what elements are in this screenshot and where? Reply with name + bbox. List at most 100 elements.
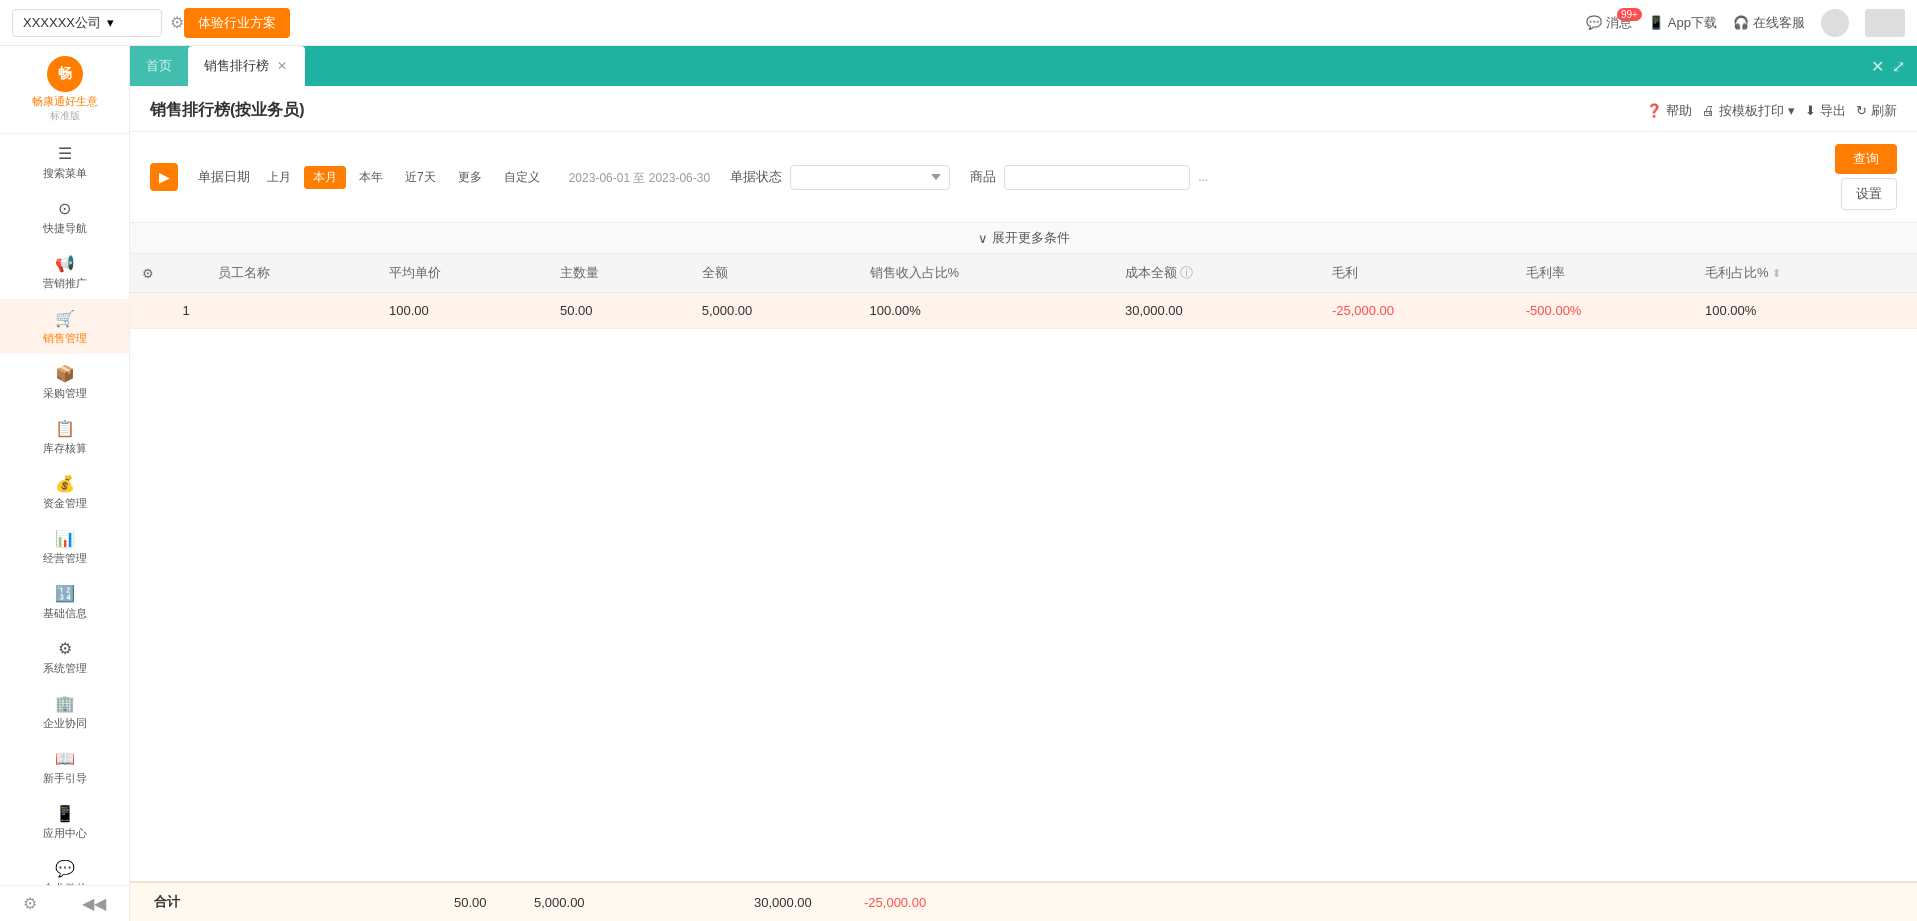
finance-icon: 💰 bbox=[55, 474, 75, 493]
sidebar-item-corp[interactable]: 🏢 企业协同 bbox=[0, 684, 129, 739]
online-service-button[interactable]: 🎧 在线客服 bbox=[1733, 14, 1805, 32]
pill-this-year[interactable]: 本年 bbox=[350, 166, 392, 189]
header-actions: ❓ 帮助 🖨 按模板打印 ▾ ⬇ 导出 ↻ bbox=[1646, 102, 1897, 120]
sidebar-item-marketing[interactable]: 📢 营销推广 bbox=[0, 244, 129, 299]
filter-expand-arrow[interactable]: ▶ bbox=[150, 163, 178, 191]
export-button[interactable]: ⬇ 导出 bbox=[1805, 102, 1846, 120]
sidebar-item-sales[interactable]: 🛒 销售管理 bbox=[0, 299, 129, 354]
sidebar-finance-label: 资金管理 bbox=[43, 496, 87, 511]
basic-icon: 🔢 bbox=[55, 584, 75, 603]
page-content: 销售排行榜(按业务员) ❓ 帮助 🖨 按模板打印 ▾ ⬇ bbox=[130, 86, 1917, 921]
tab-close-all-button[interactable]: ✕ bbox=[1871, 57, 1884, 76]
sidebar-item-inventory[interactable]: 📋 库存核算 bbox=[0, 409, 129, 464]
pill-last-month[interactable]: 上月 bbox=[258, 166, 300, 189]
page-title: 销售排行榜(按业务员) bbox=[150, 100, 305, 121]
total-gross: -25,000.00 bbox=[852, 895, 952, 910]
filter-row: ▶ 单据日期 上月 本月 本年 近7天 更多 自定义 bbox=[150, 144, 1897, 210]
home-tab-label: 首页 bbox=[146, 57, 172, 75]
quick-nav-icon: ⊙ bbox=[58, 199, 71, 218]
sidebar-item-guide[interactable]: 📖 新手引导 bbox=[0, 739, 129, 794]
td-gross: -25,000.00 bbox=[1320, 293, 1514, 329]
topbar-settings-icon[interactable]: ⚙ bbox=[170, 13, 184, 32]
sidebar-item-wechat[interactable]: 💬 企业微信 bbox=[0, 849, 129, 885]
td-amount: 5,000.00 bbox=[690, 293, 858, 329]
goods-input[interactable] bbox=[1004, 165, 1190, 190]
th-gross-pct[interactable]: 毛利占比% ⬍ bbox=[1693, 254, 1917, 293]
sidebar-item-apps[interactable]: 📱 应用中心 bbox=[0, 794, 129, 849]
sidebar-basic-label: 基础信息 bbox=[43, 606, 87, 621]
message-badge: 99+ bbox=[1617, 8, 1642, 21]
avatar[interactable] bbox=[1821, 9, 1849, 37]
chevron-down-expand-icon: ∨ bbox=[978, 231, 988, 246]
pill-7-days[interactable]: 近7天 bbox=[396, 166, 445, 189]
tabs-right-actions: ✕ ⤢ bbox=[1871, 57, 1917, 76]
sidebar-search-label: 搜索菜单 bbox=[43, 166, 87, 181]
print-icon: 🖨 bbox=[1702, 103, 1715, 118]
sidebar-system-label: 系统管理 bbox=[43, 661, 87, 676]
pill-this-month[interactable]: 本月 bbox=[304, 166, 346, 189]
th-amount: 全额 bbox=[690, 254, 858, 293]
sidebar-settings-button[interactable]: ⚙ bbox=[23, 894, 37, 913]
total-amount: 5,000.00 bbox=[522, 895, 622, 910]
goods-filter-item: 商品 ... bbox=[970, 165, 1208, 190]
company-selector[interactable]: XXXXXX公司 ▾ bbox=[12, 9, 162, 37]
refresh-button[interactable]: ↻ 刷新 bbox=[1856, 102, 1897, 120]
sort-icon[interactable]: ⬍ bbox=[1772, 267, 1781, 280]
tab-sales-rank[interactable]: 销售排行榜 ✕ bbox=[188, 46, 305, 86]
tab-home[interactable]: 首页 bbox=[130, 46, 188, 86]
trial-button[interactable]: 体验行业方案 bbox=[184, 8, 290, 38]
date-pills: 上月 本月 本年 近7天 更多 自定义 bbox=[258, 166, 549, 189]
sidebar-sales-label: 销售管理 bbox=[43, 331, 87, 346]
sidebar-item-search[interactable]: ☰ 搜索菜单 bbox=[0, 134, 129, 189]
table-settings-button[interactable]: 设置 bbox=[1841, 178, 1897, 210]
table-header-row: ⚙ 员工名称 平均单价 主数量 全额 销售收入占比% 成本全额 ⓘ bbox=[130, 254, 1917, 293]
sidebar-collapse-button[interactable]: ◀◀ bbox=[82, 894, 106, 913]
tab-close-button[interactable]: ✕ bbox=[275, 59, 289, 73]
sales-rank-tab-label: 销售排行榜 bbox=[204, 57, 269, 75]
goods-filter-label: 商品 bbox=[970, 168, 996, 186]
system-icon: ⚙ bbox=[58, 639, 72, 658]
sidebar-quick-nav-label: 快捷导航 bbox=[43, 221, 87, 236]
table-wrapper: ⚙ 员工名称 平均单价 主数量 全额 销售收入占比% 成本全额 ⓘ bbox=[130, 254, 1917, 881]
search-menu-icon: ☰ bbox=[58, 144, 72, 163]
goods-more-link[interactable]: ... bbox=[1198, 170, 1208, 184]
sidebar-item-purchase[interactable]: 📦 采购管理 bbox=[0, 354, 129, 409]
tab-maximize-button[interactable]: ⤢ bbox=[1892, 57, 1905, 76]
status-filter-label: 单据状态 bbox=[730, 168, 782, 186]
chevron-down-icon: ▾ bbox=[107, 15, 114, 30]
th-rank bbox=[166, 254, 206, 293]
guide-icon: 📖 bbox=[55, 749, 75, 768]
data-table: ⚙ 员工名称 平均单价 主数量 全额 销售收入占比% 成本全额 ⓘ bbox=[130, 254, 1917, 329]
app-download-button[interactable]: 📱 App下载 bbox=[1648, 14, 1717, 32]
print-button[interactable]: 🖨 按模板打印 ▾ bbox=[1702, 102, 1795, 120]
message-button[interactable]: 💬 消息 99+ bbox=[1586, 14, 1632, 32]
sidebar-item-business[interactable]: 📊 经营管理 bbox=[0, 519, 129, 574]
sidebar-guide-label: 新手引导 bbox=[43, 771, 87, 786]
sales-icon: 🛒 bbox=[55, 309, 75, 328]
td-row-settings bbox=[130, 293, 166, 329]
pill-more[interactable]: 更多 bbox=[449, 166, 491, 189]
query-button[interactable]: 查询 bbox=[1835, 144, 1897, 174]
logo-line1: 畅康通好生意 bbox=[32, 94, 98, 109]
th-cost: 成本全额 ⓘ bbox=[1113, 254, 1320, 293]
pill-custom[interactable]: 自定义 bbox=[495, 166, 549, 189]
status-select[interactable] bbox=[790, 165, 950, 190]
sidebar-item-system[interactable]: ⚙ 系统管理 bbox=[0, 629, 129, 684]
sidebar-inventory-label: 库存核算 bbox=[43, 441, 87, 456]
expand-conditions-button[interactable]: ∨ 展开更多条件 bbox=[978, 229, 1070, 247]
th-settings[interactable]: ⚙ bbox=[130, 254, 166, 293]
th-name: 员工名称 bbox=[206, 254, 377, 293]
total-row: 合计 50.00 5,000.00 30,000.00 -25,000.00 bbox=[130, 881, 1917, 921]
sidebar-marketing-label: 营销推广 bbox=[43, 276, 87, 291]
business-icon: 📊 bbox=[55, 529, 75, 548]
th-sales-pct: 销售收入占比% bbox=[858, 254, 1113, 293]
th-gross-rate: 毛利率 bbox=[1514, 254, 1693, 293]
sidebar-item-quick-nav[interactable]: ⊙ 快捷导航 bbox=[0, 189, 129, 244]
sidebar-item-basic[interactable]: 🔢 基础信息 bbox=[0, 574, 129, 629]
sidebar-item-finance[interactable]: 💰 资金管理 bbox=[0, 464, 129, 519]
top-right-actions: 💬 消息 99+ 📱 App下载 🎧 在线客服 bbox=[1586, 9, 1905, 37]
help-button[interactable]: ❓ 帮助 bbox=[1646, 102, 1692, 120]
sidebar-apps-label: 应用中心 bbox=[43, 826, 87, 841]
total-label: 合计 bbox=[142, 893, 222, 911]
info-icon: ⓘ bbox=[1180, 264, 1193, 282]
